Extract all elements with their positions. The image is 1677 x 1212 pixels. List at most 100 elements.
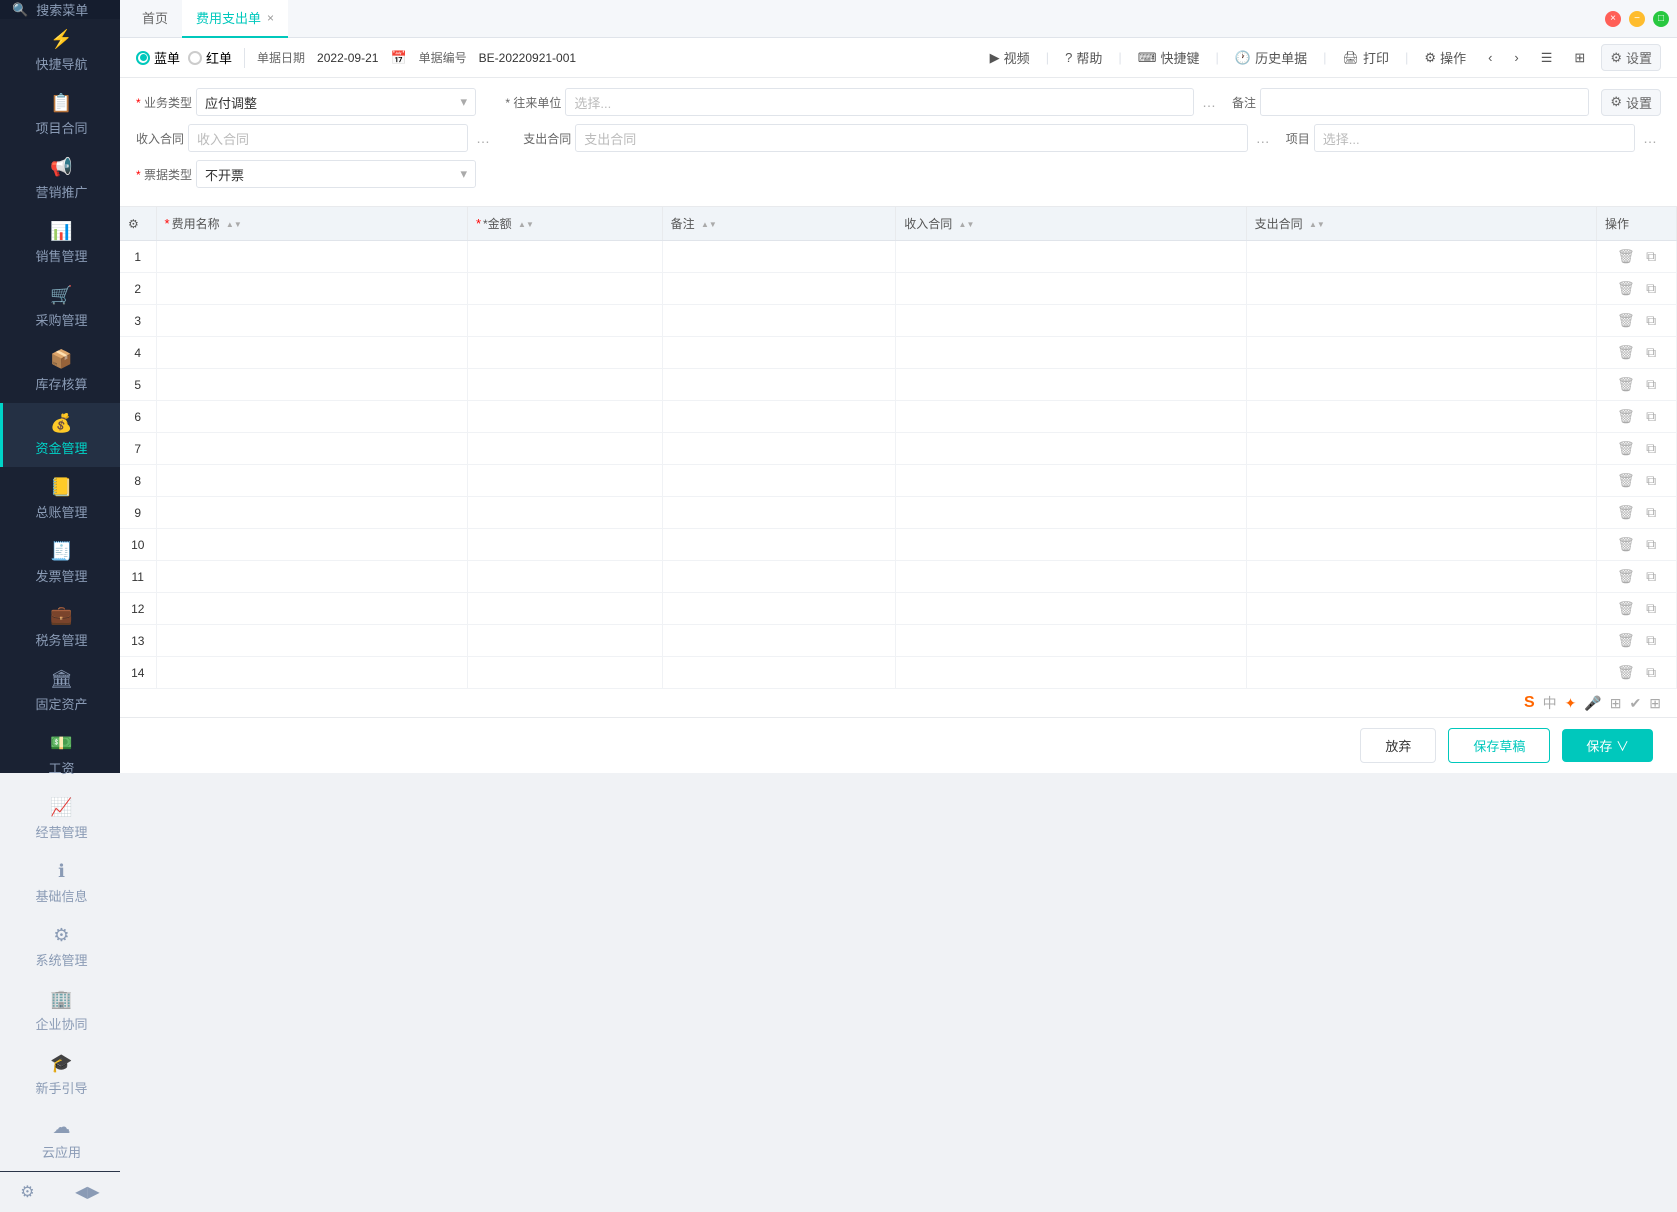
cell-expense-name[interactable] bbox=[156, 433, 467, 465]
delete-icon[interactable]: 🗑 bbox=[1613, 632, 1639, 648]
delete-icon[interactable]: 🗑 bbox=[1613, 440, 1639, 456]
cell-amount[interactable] bbox=[467, 465, 662, 497]
income-contract-more[interactable]: … bbox=[472, 130, 494, 146]
copy-icon[interactable]: ⧉ bbox=[1642, 408, 1660, 424]
note-input[interactable] bbox=[1260, 88, 1589, 116]
sidebar-item-basic-info[interactable]: ℹ 基础信息 bbox=[0, 851, 120, 915]
discard-button[interactable]: 放弃 bbox=[1360, 728, 1436, 763]
cell-expense-name[interactable] bbox=[156, 305, 467, 337]
cell-amount[interactable] bbox=[467, 273, 662, 305]
cell-income-contract[interactable] bbox=[896, 433, 1246, 465]
cell-income-contract[interactable] bbox=[896, 497, 1246, 529]
cell-expense-contract[interactable] bbox=[1246, 401, 1596, 433]
amount-sort[interactable]: ▲▼ bbox=[518, 220, 534, 229]
calendar-icon[interactable]: 📅 bbox=[390, 50, 406, 66]
cell-expense-contract[interactable] bbox=[1246, 529, 1596, 561]
status-icon-5[interactable]: ✔ bbox=[1630, 695, 1642, 712]
th-income-contract[interactable]: 收入合同 ▲▼ bbox=[896, 207, 1246, 241]
save-button[interactable]: 保存 ∨ bbox=[1562, 729, 1653, 762]
cell-expense-name[interactable] bbox=[156, 369, 467, 401]
nav-next[interactable]: › bbox=[1508, 48, 1524, 67]
action-help[interactable]: ? 帮助 bbox=[1059, 46, 1108, 69]
cell-expense-contract[interactable] bbox=[1246, 273, 1596, 305]
sidebar-item-newbie[interactable]: 🎓 新手引导 bbox=[0, 1043, 120, 1107]
project-select[interactable]: 选择... bbox=[1314, 124, 1635, 152]
cell-income-contract[interactable] bbox=[896, 337, 1246, 369]
cell-amount[interactable] bbox=[467, 625, 662, 657]
income-contract-select[interactable]: 收入合同 bbox=[188, 124, 468, 152]
sidebar-item-fixed-assets[interactable]: 🏛 固定资产 bbox=[0, 659, 120, 723]
copy-icon[interactable]: ⧉ bbox=[1642, 280, 1660, 296]
cell-expense-contract[interactable] bbox=[1246, 305, 1596, 337]
cell-income-contract[interactable] bbox=[896, 625, 1246, 657]
cell-expense-name[interactable] bbox=[156, 529, 467, 561]
sidebar-item-quick-nav[interactable]: ⚡ 快捷导航 bbox=[0, 19, 120, 83]
cell-amount[interactable] bbox=[467, 369, 662, 401]
cell-note[interactable] bbox=[662, 369, 896, 401]
sidebar-item-operations[interactable]: 📈 经营管理 bbox=[0, 787, 120, 851]
cell-amount[interactable] bbox=[467, 337, 662, 369]
business-type-select[interactable]: 应付调整 ▾ bbox=[196, 88, 476, 116]
cell-note[interactable] bbox=[662, 657, 896, 689]
delete-icon[interactable]: 🗑 bbox=[1613, 472, 1639, 488]
cell-amount[interactable] bbox=[467, 593, 662, 625]
cell-expense-name[interactable] bbox=[156, 401, 467, 433]
cell-note[interactable] bbox=[662, 561, 896, 593]
action-shortcut[interactable]: ⌨ 快捷键 bbox=[1132, 46, 1206, 69]
income-contract-sort[interactable]: ▲▼ bbox=[959, 220, 975, 229]
cell-amount[interactable] bbox=[467, 561, 662, 593]
status-icon-3[interactable]: 🎤 bbox=[1584, 695, 1601, 712]
cell-expense-contract[interactable] bbox=[1246, 657, 1596, 689]
tab-expense-close[interactable]: × bbox=[267, 11, 274, 25]
expense-name-sort[interactable]: ▲▼ bbox=[226, 220, 242, 229]
th-amount[interactable]: *金额 ▲▼ bbox=[467, 207, 662, 241]
cell-expense-contract[interactable] bbox=[1246, 433, 1596, 465]
cell-expense-name[interactable] bbox=[156, 465, 467, 497]
th-note[interactable]: 备注 ▲▼ bbox=[662, 207, 896, 241]
cell-expense-name[interactable] bbox=[156, 657, 467, 689]
copy-icon[interactable]: ⧉ bbox=[1642, 376, 1660, 392]
sidebar-item-marketing[interactable]: 📢 营销推广 bbox=[0, 147, 120, 211]
cell-income-contract[interactable] bbox=[896, 241, 1246, 273]
delete-icon[interactable]: 🗑 bbox=[1613, 376, 1639, 392]
th-gear[interactable]: ⚙ bbox=[120, 207, 156, 241]
copy-icon[interactable]: ⧉ bbox=[1642, 632, 1660, 648]
counterparty-select[interactable]: 选择... bbox=[565, 88, 1194, 116]
cell-income-contract[interactable] bbox=[896, 593, 1246, 625]
cell-note[interactable] bbox=[662, 273, 896, 305]
cell-amount[interactable] bbox=[467, 305, 662, 337]
copy-icon[interactable]: ⧉ bbox=[1642, 248, 1660, 264]
cell-income-contract[interactable] bbox=[896, 305, 1246, 337]
delete-icon[interactable]: 🗑 bbox=[1613, 536, 1639, 552]
sidebar-item-ledger[interactable]: 📒 总账管理 bbox=[0, 467, 120, 531]
cell-note[interactable] bbox=[662, 401, 896, 433]
window-min-btn[interactable]: − bbox=[1629, 11, 1645, 27]
cell-note[interactable] bbox=[662, 337, 896, 369]
delete-icon[interactable]: 🗑 bbox=[1613, 664, 1639, 680]
delete-icon[interactable]: 🗑 bbox=[1613, 408, 1639, 424]
cell-income-contract[interactable] bbox=[896, 561, 1246, 593]
cell-expense-name[interactable] bbox=[156, 593, 467, 625]
receipt-type-select[interactable]: 不开票 ▾ bbox=[196, 160, 476, 188]
date-value[interactable]: 2022-09-21 bbox=[317, 51, 378, 65]
cell-expense-name[interactable] bbox=[156, 337, 467, 369]
action-video[interactable]: ▶ 视频 bbox=[984, 46, 1036, 69]
delete-icon[interactable]: 🗑 bbox=[1613, 504, 1639, 520]
action-history[interactable]: 🕐 历史单据 bbox=[1229, 46, 1313, 69]
th-expense-contract[interactable]: 支出合同 ▲▼ bbox=[1246, 207, 1596, 241]
sidebar-item-salary[interactable]: 💵 工资 bbox=[0, 723, 120, 787]
cell-note[interactable] bbox=[662, 465, 896, 497]
cell-expense-contract[interactable] bbox=[1246, 561, 1596, 593]
delete-icon[interactable]: 🗑 bbox=[1613, 280, 1639, 296]
note-sort[interactable]: ▲▼ bbox=[701, 220, 717, 229]
cell-amount[interactable] bbox=[467, 529, 662, 561]
cell-amount[interactable] bbox=[467, 657, 662, 689]
number-value[interactable]: BE-20220921-001 bbox=[479, 51, 576, 65]
cell-income-contract[interactable] bbox=[896, 369, 1246, 401]
sidebar-item-inventory[interactable]: 📦 库存核算 bbox=[0, 339, 120, 403]
delete-icon[interactable]: 🗑 bbox=[1613, 312, 1639, 328]
window-max-btn[interactable]: □ bbox=[1653, 11, 1669, 27]
cell-expense-contract[interactable] bbox=[1246, 241, 1596, 273]
copy-icon[interactable]: ⧉ bbox=[1642, 440, 1660, 456]
tab-home[interactable]: 首页 bbox=[128, 0, 182, 38]
